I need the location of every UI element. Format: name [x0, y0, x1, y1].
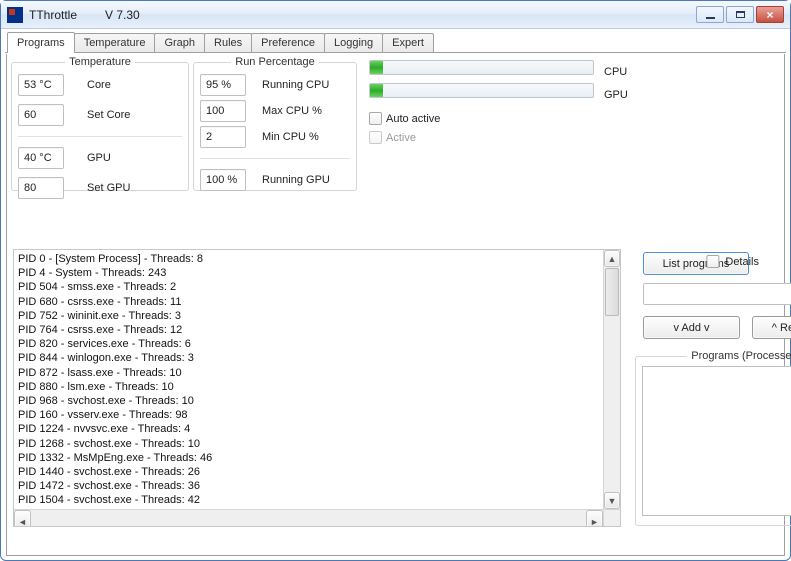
horizontal-scrollbar[interactable]: ◄ ► [14, 509, 603, 526]
programs-legend: Programs (Processes) [687, 350, 791, 362]
process-row[interactable]: PID 968 - svchost.exe - Threads: 10 [18, 394, 616, 408]
process-list[interactable]: PID 0 - [System Process] - Threads: 8PID… [13, 249, 621, 527]
tab-programs[interactable]: Programs [7, 32, 75, 53]
scroll-corner [603, 509, 620, 526]
max-cpu-label: Max CPU % [262, 105, 350, 117]
process-row[interactable]: PID 680 - csrss.exe - Threads: 11 [18, 295, 616, 309]
close-button[interactable]: × [756, 6, 784, 23]
tab-expert[interactable]: Expert [382, 33, 434, 52]
scroll-right-button[interactable]: ► [586, 510, 603, 527]
scroll-down-button[interactable]: ▼ [604, 492, 620, 509]
min-cpu-input[interactable] [200, 126, 246, 148]
process-row[interactable]: PID 872 - lsass.exe - Threads: 10 [18, 366, 616, 380]
process-row[interactable]: PID 820 - services.exe - Threads: 6 [18, 337, 616, 351]
remove-button[interactable]: ^ Remove ^ [752, 316, 791, 339]
app-version: V 7.30 [105, 8, 140, 22]
tab-logging[interactable]: Logging [324, 33, 383, 52]
set-gpu-label: Set GPU [87, 182, 182, 194]
gpu-progress-label: GPU [604, 89, 628, 101]
tab-panel-programs: Temperature Core Set Core GPU Set GPU Ru… [6, 54, 785, 556]
tab-graph[interactable]: Graph [154, 33, 205, 52]
app-icon [7, 7, 23, 23]
tab-rules[interactable]: Rules [204, 33, 252, 52]
add-button[interactable]: v Add v [643, 316, 740, 339]
running-cpu-input[interactable] [200, 74, 246, 96]
max-cpu-input[interactable] [200, 100, 246, 122]
details-checkbox[interactable] [706, 255, 719, 268]
run-legend: Run Percentage [231, 56, 319, 68]
tab-strip: ProgramsTemperatureGraphRulesPreferenceL… [5, 31, 786, 53]
set-gpu-input[interactable] [18, 177, 64, 199]
tab-temperature[interactable]: Temperature [74, 33, 156, 52]
process-row[interactable]: PID 752 - wininit.exe - Threads: 3 [18, 309, 616, 323]
set-core-input[interactable] [18, 104, 64, 126]
tab-preference[interactable]: Preference [251, 33, 325, 52]
run-group: Run Percentage Running CPU Max CPU % Min… [193, 56, 357, 191]
status-area: CPU GPU Auto active Active [361, 56, 780, 191]
window-buttons: × [696, 6, 784, 23]
process-row[interactable]: PID 0 - [System Process] - Threads: 8 [18, 252, 616, 266]
process-row[interactable]: PID 1268 - svchost.exe - Threads: 10 [18, 437, 616, 451]
process-row[interactable]: PID 504 - smss.exe - Threads: 2 [18, 280, 616, 294]
process-list-inner: PID 0 - [System Process] - Threads: 8PID… [14, 250, 620, 526]
process-row[interactable]: PID 1224 - nvvsvc.exe - Threads: 4 [18, 422, 616, 436]
filter-input[interactable] [643, 283, 791, 305]
client-area: ProgramsTemperatureGraphRulesPreferenceL… [5, 31, 786, 556]
core-temp-input[interactable] [18, 74, 64, 96]
process-row[interactable]: PID 160 - vsserv.exe - Threads: 98 [18, 408, 616, 422]
set-core-label: Set Core [87, 109, 182, 121]
core-temp-label: Core [87, 79, 182, 91]
cpu-progress [369, 60, 594, 75]
running-gpu-input[interactable] [200, 169, 246, 191]
gpu-progress [369, 83, 594, 98]
temperature-group: Temperature Core Set Core GPU Set GPU [11, 56, 189, 191]
scroll-left-button[interactable]: ◄ [14, 510, 31, 527]
details-label: Details [725, 256, 759, 268]
running-cpu-label: Running CPU [262, 79, 350, 91]
gpu-temp-label: GPU [87, 152, 182, 164]
scroll-thumb[interactable] [605, 268, 619, 316]
gpu-temp-input[interactable] [18, 147, 64, 169]
process-row[interactable]: PID 764 - csrss.exe - Threads: 12 [18, 323, 616, 337]
titlebar: TThrottle V 7.30 × [1, 1, 790, 29]
process-row[interactable]: PID 1472 - svchost.exe - Threads: 36 [18, 479, 616, 493]
min-cpu-label: Min CPU % [262, 131, 350, 143]
process-row[interactable]: PID 4 - System - Threads: 243 [18, 266, 616, 280]
programs-group: Programs (Processes) [635, 350, 791, 526]
process-row[interactable]: PID 844 - winlogon.exe - Threads: 3 [18, 351, 616, 365]
active-label: Active [386, 132, 416, 144]
auto-active-checkbox[interactable] [369, 112, 382, 125]
temperature-legend: Temperature [65, 56, 135, 68]
running-gpu-label: Running GPU [262, 174, 350, 186]
process-row[interactable]: PID 1440 - svchost.exe - Threads: 26 [18, 465, 616, 479]
vertical-scrollbar[interactable]: ▲ ▼ [603, 250, 620, 509]
programs-listbox[interactable] [642, 366, 791, 516]
active-checkbox [369, 131, 382, 144]
maximize-button[interactable] [726, 6, 754, 23]
minimize-button[interactable] [696, 6, 724, 23]
scroll-up-button[interactable]: ▲ [604, 250, 620, 267]
process-row[interactable]: PID 1504 - svchost.exe - Threads: 42 [18, 493, 616, 507]
app-title: TThrottle [29, 8, 77, 22]
auto-active-label: Auto active [386, 113, 440, 125]
process-row[interactable]: PID 1332 - MsMpEng.exe - Threads: 46 [18, 451, 616, 465]
process-row[interactable]: PID 880 - lsm.exe - Threads: 10 [18, 380, 616, 394]
cpu-progress-label: CPU [604, 66, 627, 78]
